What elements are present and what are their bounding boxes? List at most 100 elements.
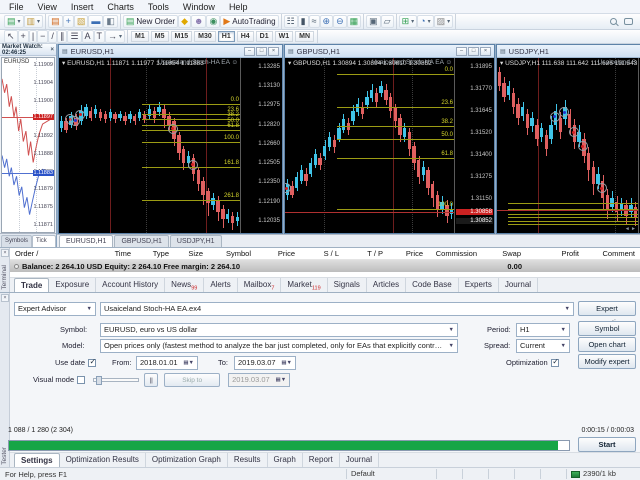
horizontal-line-icon[interactable]: − bbox=[37, 30, 49, 43]
timeframe-w1[interactable]: W1 bbox=[274, 31, 294, 42]
market-watch-tab-symbols[interactable]: Symbols bbox=[1, 235, 33, 247]
minimize-button[interactable]: – bbox=[244, 46, 255, 56]
timeframe-m5[interactable]: M5 bbox=[150, 31, 169, 42]
menu-charts[interactable]: Charts bbox=[100, 2, 141, 12]
line-chart-icon[interactable]: ≈ bbox=[308, 15, 320, 28]
new-order-icon[interactable]: ▤ New Order bbox=[122, 15, 179, 28]
crosshair-icon[interactable]: + bbox=[17, 30, 29, 43]
symbol-properties-button[interactable]: Symbol properties bbox=[578, 321, 636, 347]
equidistant-channel-icon[interactable]: ∥ bbox=[56, 30, 68, 43]
tester-tab-report[interactable]: Report bbox=[303, 453, 340, 467]
vertical-line-icon[interactable]: | bbox=[28, 30, 38, 43]
tile-windows-icon[interactable]: ▦ bbox=[346, 15, 362, 28]
to-date-input[interactable]: 2019.03.07 ▦▼ bbox=[234, 355, 296, 370]
chart-titlebar[interactable]: ▤ USDJPY,H1 bbox=[497, 45, 640, 58]
column-header-time[interactable]: Time bbox=[82, 249, 134, 258]
market-watch-tab-tick-chart[interactable]: Tick Chart bbox=[32, 235, 56, 255]
terminal-tab-mailbox[interactable]: Mailbox7 bbox=[238, 278, 282, 292]
timeframe-m30[interactable]: M30 bbox=[194, 31, 216, 42]
use-date-checkbox[interactable] bbox=[88, 357, 96, 367]
modify-expert-button[interactable]: Modify expert bbox=[578, 354, 636, 369]
candlestick-chart-icon[interactable]: ▮ bbox=[297, 15, 309, 28]
chart-tab-usdjpy-h1[interactable]: USDJPY,H1 bbox=[169, 235, 222, 247]
terminal-tab-news[interactable]: News99 bbox=[165, 278, 205, 292]
timeframe-d1[interactable]: D1 bbox=[255, 31, 273, 42]
optimization-checkbox[interactable] bbox=[550, 357, 559, 367]
text-icon[interactable]: A bbox=[81, 30, 94, 43]
model-dropdown[interactable]: Open prices only (fastest method to anal… bbox=[100, 338, 458, 353]
periods-icon[interactable]: ◔ ▾ bbox=[417, 15, 434, 28]
price-scale[interactable]: 1.13285 1.13130 1.12975 1.12820 1.12660 1.125… bbox=[240, 58, 282, 233]
menu-file[interactable]: File bbox=[2, 2, 31, 12]
strategy-tester-icon[interactable]: ◧ bbox=[103, 15, 118, 28]
visual-mode-checkbox[interactable] bbox=[77, 375, 86, 384]
text-label-icon[interactable]: T bbox=[93, 30, 106, 43]
metaeditor-icon[interactable]: ◆ bbox=[178, 15, 191, 28]
chart-body[interactable]: ▾ USDJPY,H1 111.638 111.642 111.626 111.… bbox=[497, 58, 640, 233]
trendline-icon[interactable]: / bbox=[48, 30, 57, 43]
tester-close-icon[interactable]: × bbox=[1, 294, 9, 302]
chart-titlebar[interactable]: ▤ GBPUSD,H1 – □ × bbox=[285, 45, 494, 58]
terminal-tab-code-base[interactable]: Code Base bbox=[406, 278, 459, 292]
timeframe-m1[interactable]: M1 bbox=[131, 31, 149, 42]
column-header-comment[interactable]: Comment bbox=[582, 249, 638, 258]
autotrading-icon[interactable]: ▶ AutoTrading bbox=[220, 15, 279, 28]
menu-insert[interactable]: Insert bbox=[64, 2, 101, 12]
data-window-icon[interactable]: + bbox=[62, 15, 74, 28]
tester-tab-optimization-graph[interactable]: Optimization Graph bbox=[146, 453, 228, 467]
scripts-icon[interactable]: ◉ bbox=[206, 15, 221, 28]
column-header-profit[interactable]: Profit bbox=[524, 249, 582, 258]
tester-tab-optimization-results[interactable]: Optimization Results bbox=[60, 453, 146, 467]
tester-tab-journal[interactable]: Journal bbox=[340, 453, 380, 467]
new-chart-icon[interactable]: ▤ ▾ bbox=[4, 15, 24, 28]
column-header-tp[interactable]: T / P bbox=[342, 249, 386, 258]
column-header-size[interactable]: Size bbox=[172, 249, 206, 258]
terminal-tab-signals[interactable]: Signals bbox=[328, 278, 367, 292]
indicators-icon[interactable]: ⊞ ▾ bbox=[398, 15, 418, 28]
column-header-price[interactable]: Price bbox=[386, 249, 426, 258]
fibonacci-retracement-icon[interactable]: ☰ bbox=[67, 30, 82, 43]
close-button[interactable]: × bbox=[480, 46, 491, 56]
expert-file-dropdown[interactable]: Usaiceland Stoch-HA EA.ex4 ▼ bbox=[100, 301, 574, 316]
cursor-icon[interactable]: ↖ bbox=[4, 30, 18, 43]
bar-chart-icon[interactable]: ☷ bbox=[283, 15, 298, 28]
tester-tab-settings[interactable]: Settings bbox=[14, 453, 60, 467]
symbol-dropdown[interactable]: EURUSD, euro vs US dollar ▼ bbox=[100, 322, 458, 337]
timeframe-h4[interactable]: H4 bbox=[236, 31, 254, 42]
status-profile[interactable]: Default bbox=[346, 469, 436, 479]
terminal-tab-trade[interactable]: Trade bbox=[14, 278, 50, 292]
start-button[interactable]: Start bbox=[578, 437, 636, 452]
tester-tab-graph[interactable]: Graph bbox=[268, 453, 303, 467]
zoom-out-icon[interactable]: ⊖ bbox=[333, 15, 347, 28]
menu-view[interactable]: View bbox=[31, 2, 64, 12]
navigator-icon[interactable]: ▧ bbox=[73, 15, 89, 28]
terminal-tab-market[interactable]: Market119 bbox=[281, 278, 328, 292]
open-chart-button[interactable]: Open chart bbox=[578, 337, 636, 352]
timeframe-m15[interactable]: M15 bbox=[170, 31, 193, 42]
terminal-tab-account-history[interactable]: Account History bbox=[96, 278, 166, 292]
skip-date-input[interactable]: 2019.03.07 ▦▼ bbox=[228, 372, 291, 387]
close-button[interactable]: × bbox=[268, 46, 279, 56]
arrows-icon[interactable]: → ▾ bbox=[105, 30, 126, 43]
column-header-sl[interactable]: S / L bbox=[298, 249, 342, 258]
column-header-commission[interactable]: Commission bbox=[426, 249, 480, 258]
tester-tab-results[interactable]: Results bbox=[228, 453, 268, 467]
search-icon[interactable] bbox=[610, 18, 617, 25]
expert-advisor-select[interactable]: Expert Advisor ▼ bbox=[14, 301, 96, 316]
column-header-swap[interactable]: Swap bbox=[480, 249, 524, 258]
chart-scroll-arrows[interactable]: ◄ ► bbox=[625, 226, 636, 232]
chat-icon[interactable] bbox=[624, 18, 633, 25]
column-header-type[interactable]: Type bbox=[134, 249, 172, 258]
chart-body[interactable]: ▾ EURUSD,H1 1.11871 1.11977 1.11854 1.11… bbox=[59, 58, 282, 233]
spread-dropdown[interactable]: Current ▼ bbox=[516, 338, 570, 353]
chart-titlebar[interactable]: ▤ EURUSD,H1 – □ × bbox=[59, 45, 282, 58]
profiles-icon[interactable]: ▥ ▾ bbox=[23, 15, 44, 28]
from-date-input[interactable]: 2018.01.01 ▦▼ bbox=[136, 355, 198, 370]
column-header-order[interactable]: Order / bbox=[12, 249, 82, 258]
zoom-in-icon[interactable]: ⊕ bbox=[319, 15, 334, 28]
terminal-panel-icon[interactable]: ▬ bbox=[88, 15, 104, 28]
period-dropdown[interactable]: H1 ▼ bbox=[516, 322, 570, 337]
terminal-tab-articles[interactable]: Articles bbox=[367, 278, 407, 292]
menu-window[interactable]: Window bbox=[176, 2, 222, 12]
minimize-button[interactable]: – bbox=[456, 46, 467, 56]
